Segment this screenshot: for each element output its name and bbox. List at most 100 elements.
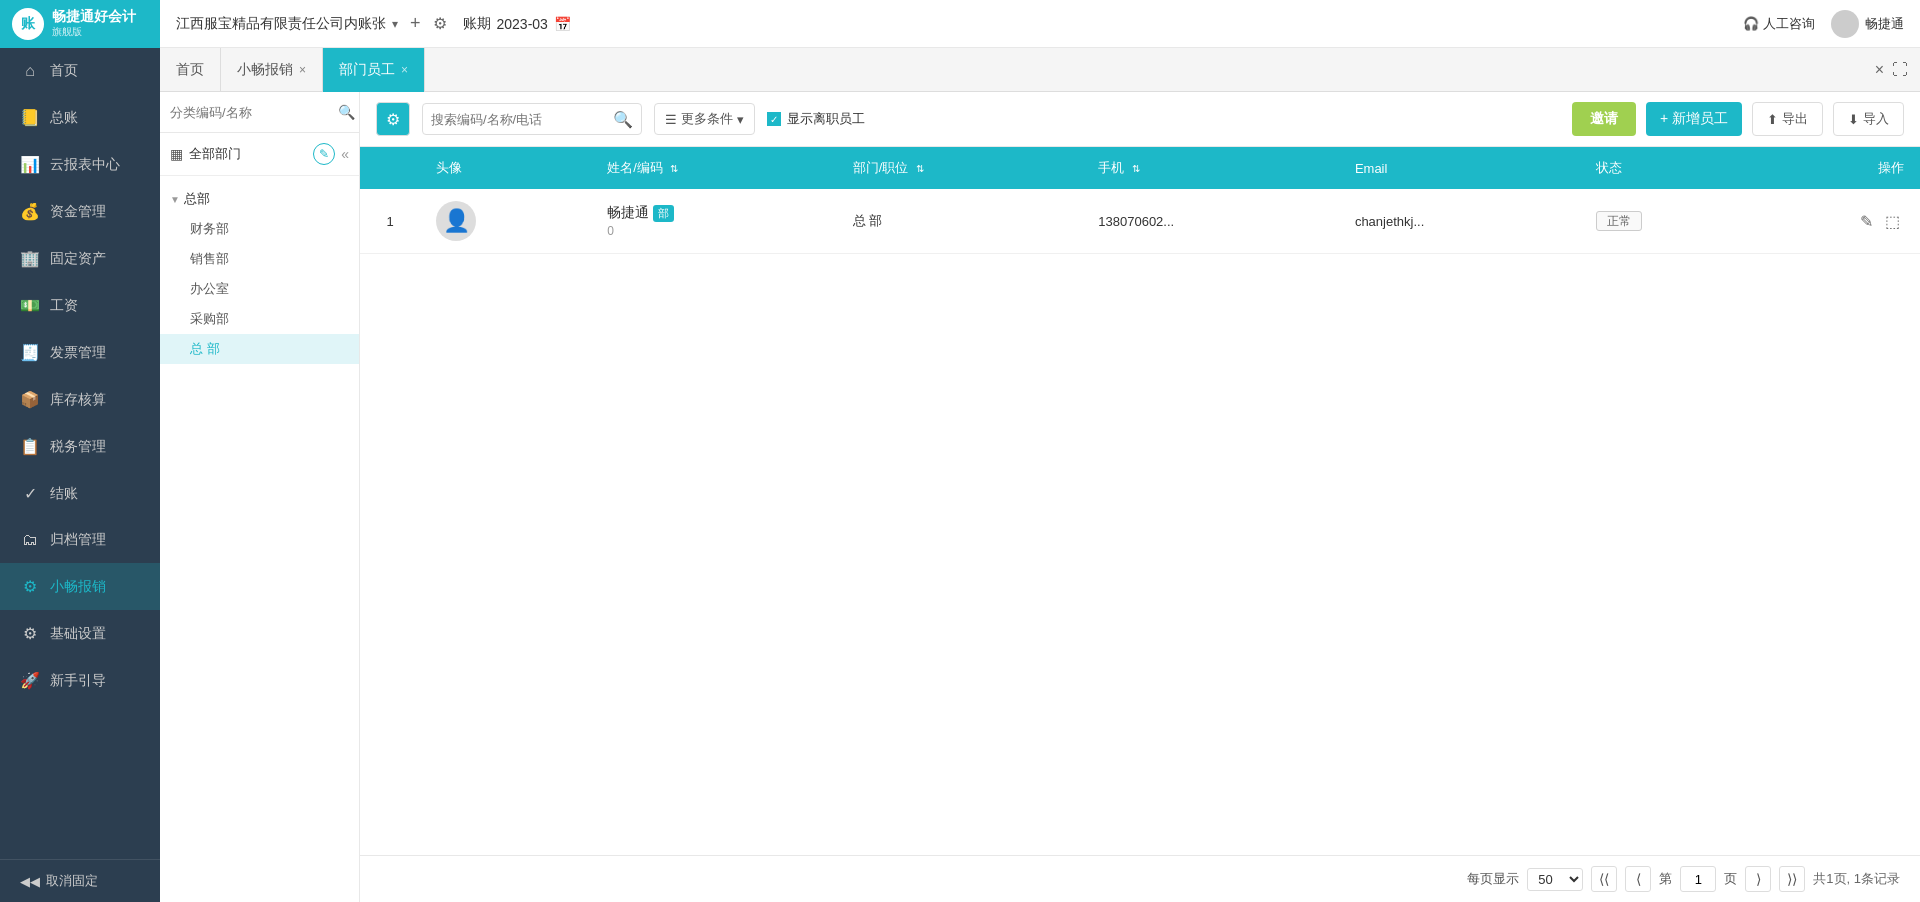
sidebar-item-archive[interactable]: 🗂 归档管理 [0, 517, 160, 563]
col-index [360, 147, 420, 189]
sidebar-item-reports[interactable]: 📊 云报表中心 [0, 141, 160, 188]
dept-search-input[interactable] [170, 105, 338, 120]
period-area: 账期 2023-03 📅 [463, 15, 571, 33]
export-label: 导出 [1782, 110, 1808, 128]
filter-arrow-icon: ▾ [737, 112, 744, 127]
sidebar-item-expense[interactable]: ⚙ 小畅报销 [0, 563, 160, 610]
import-button[interactable]: ⬇ 导入 [1833, 102, 1904, 136]
cell-avatar: 👤 [420, 189, 591, 254]
last-page-button[interactable]: ⟩⟩ [1779, 866, 1805, 892]
show-resigned-area[interactable]: ✓ 显示离职员工 [767, 110, 865, 128]
dept-edit-button[interactable]: ✎ [313, 143, 335, 165]
add-employee-button[interactable]: + 新增员工 [1646, 102, 1742, 136]
dept-child-purchasing[interactable]: 采购部 [160, 304, 359, 334]
dept-search-icon[interactable]: 🔍 [338, 104, 355, 120]
employee-tbody: 1 👤 畅捷通 部 0 总 部 138070602... chanjethkj.… [360, 189, 1920, 254]
company-selector[interactable]: 江西服宝精品有限责任公司内账张 ▾ [176, 15, 398, 33]
user-area[interactable]: 畅捷通 [1831, 10, 1904, 38]
settings-button[interactable]: ⚙ [433, 14, 447, 33]
sidebar-label-payroll: 工资 [50, 297, 78, 315]
sidebar-item-closing[interactable]: ✓ 结账 [0, 470, 160, 517]
sidebar-item-tax[interactable]: 📋 税务管理 [0, 423, 160, 470]
period-value[interactable]: 2023-03 [497, 16, 548, 32]
dept-collapse-icon[interactable]: « [341, 146, 349, 162]
tab-expense-label: 小畅报销 [237, 61, 293, 79]
sidebar-item-home[interactable]: ⌂ 首页 [0, 48, 160, 94]
dept-child-finance[interactable]: 财务部 [160, 214, 359, 244]
maximize-window-icon[interactable]: ⛶ [1892, 61, 1908, 79]
tab-dept-close-icon[interactable]: × [401, 63, 408, 77]
sidebar-item-funds[interactable]: 💰 资金管理 [0, 188, 160, 235]
consultant-button[interactable]: 🎧 人工咨询 [1743, 15, 1815, 33]
sidebar-item-inventory[interactable]: 📦 库存核算 [0, 376, 160, 423]
delete-employee-button[interactable]: ⬚ [1881, 210, 1904, 233]
table-row: 1 👤 畅捷通 部 0 总 部 138070602... chanjethkj.… [360, 189, 1920, 254]
table-settings-button[interactable]: ⚙ [376, 102, 410, 136]
edit-employee-button[interactable]: ✎ [1856, 210, 1877, 233]
dept-child-general[interactable]: 总 部 [160, 334, 359, 364]
first-page-button[interactable]: ⟨⟨ [1591, 866, 1617, 892]
app-subtitle: 旗舰版 [52, 25, 136, 39]
import-icon: ⬇ [1848, 112, 1859, 127]
tab-expense[interactable]: 小畅报销 × [221, 48, 323, 92]
employee-search-input[interactable] [431, 112, 613, 127]
prev-page-button[interactable]: ⟨ [1625, 866, 1651, 892]
employee-code: 0 [607, 224, 821, 238]
tax-icon: 📋 [20, 437, 40, 456]
consultant-icon: 🎧 [1743, 16, 1759, 31]
col-dept-sort-icon[interactable]: ⇅ [916, 163, 924, 174]
sidebar-item-payroll[interactable]: 💵 工资 [0, 282, 160, 329]
sidebar-item-settings[interactable]: ⚙ 基础设置 [0, 610, 160, 657]
checkbox-check-icon: ✓ [770, 114, 778, 125]
toolbar: ⚙ 🔍 ☰ 更多条件 ▾ ✓ 显示离职员工 [360, 92, 1920, 147]
home-icon: ⌂ [20, 62, 40, 80]
pin-toggle[interactable]: ◀◀ 取消固定 [0, 859, 160, 902]
archive-icon: 🗂 [20, 531, 40, 549]
main-container: ⌂ 首页 📒 总账 📊 云报表中心 💰 资金管理 🏢 固定资产 💵 工资 🧾 发… [0, 48, 1920, 902]
dept-child-purchasing-label: 采购部 [190, 311, 229, 326]
sidebar-label-invoices: 发票管理 [50, 344, 106, 362]
company-arrow-icon: ▾ [392, 17, 398, 31]
sidebar-label-assets: 固定资产 [50, 250, 106, 268]
sidebar-label-archive: 归档管理 [50, 531, 106, 549]
col-status: 状态 [1580, 147, 1760, 189]
page-number-input[interactable] [1680, 866, 1716, 892]
sidebar-item-assets[interactable]: 🏢 固定资产 [0, 235, 160, 282]
assets-icon: 🏢 [20, 249, 40, 268]
per-page-select[interactable]: 50 100 200 [1527, 868, 1583, 891]
col-name-sort-icon[interactable]: ⇅ [670, 163, 678, 174]
user-label: 畅捷通 [1865, 15, 1904, 33]
dept-header-label: 全部部门 [189, 145, 307, 163]
next-page-button[interactable]: ⟩ [1745, 866, 1771, 892]
app-title: 畅捷通好会计 [52, 8, 136, 25]
tab-home[interactable]: 首页 [160, 48, 221, 92]
employee-search-icon[interactable]: 🔍 [613, 110, 633, 129]
dept-child-general-label: 总 部 [190, 341, 220, 356]
dept-tree: ▼ 总部 财务部 销售部 办公室 采购部 [160, 176, 359, 372]
calendar-icon[interactable]: 📅 [554, 16, 571, 32]
col-name-label: 姓名/编码 [607, 160, 663, 175]
dept-parent-item[interactable]: ▼ 总部 [160, 184, 359, 214]
next-page-icon: ⟩ [1756, 871, 1761, 887]
sidebar-item-invoices[interactable]: 🧾 发票管理 [0, 329, 160, 376]
more-filter-button[interactable]: ☰ 更多条件 ▾ [654, 103, 755, 135]
dept-child-office[interactable]: 办公室 [160, 274, 359, 304]
tab-expense-close-icon[interactable]: × [299, 63, 306, 77]
tab-dept-employee[interactable]: 部门员工 × [323, 48, 425, 92]
export-button[interactable]: ⬆ 导出 [1752, 102, 1823, 136]
closing-icon: ✓ [20, 484, 40, 503]
reports-icon: 📊 [20, 155, 40, 174]
show-resigned-checkbox[interactable]: ✓ [767, 112, 781, 126]
sidebar-item-ledger[interactable]: 📒 总账 [0, 94, 160, 141]
col-phone-sort-icon[interactable]: ⇅ [1132, 163, 1140, 174]
invite-button[interactable]: 邀请 [1572, 102, 1636, 136]
close-window-icon[interactable]: × [1875, 61, 1884, 79]
sidebar-item-guide[interactable]: 🚀 新手引导 [0, 657, 160, 704]
add-company-button[interactable]: + [410, 13, 421, 34]
pin-icon: ◀◀ [20, 874, 40, 889]
col-ops: 操作 [1760, 147, 1920, 189]
employee-name: 畅捷通 [607, 204, 649, 222]
dept-child-sales[interactable]: 销售部 [160, 244, 359, 274]
period-label: 账期 [463, 15, 491, 33]
page-total-label: 共1页, 1条记录 [1813, 870, 1900, 888]
